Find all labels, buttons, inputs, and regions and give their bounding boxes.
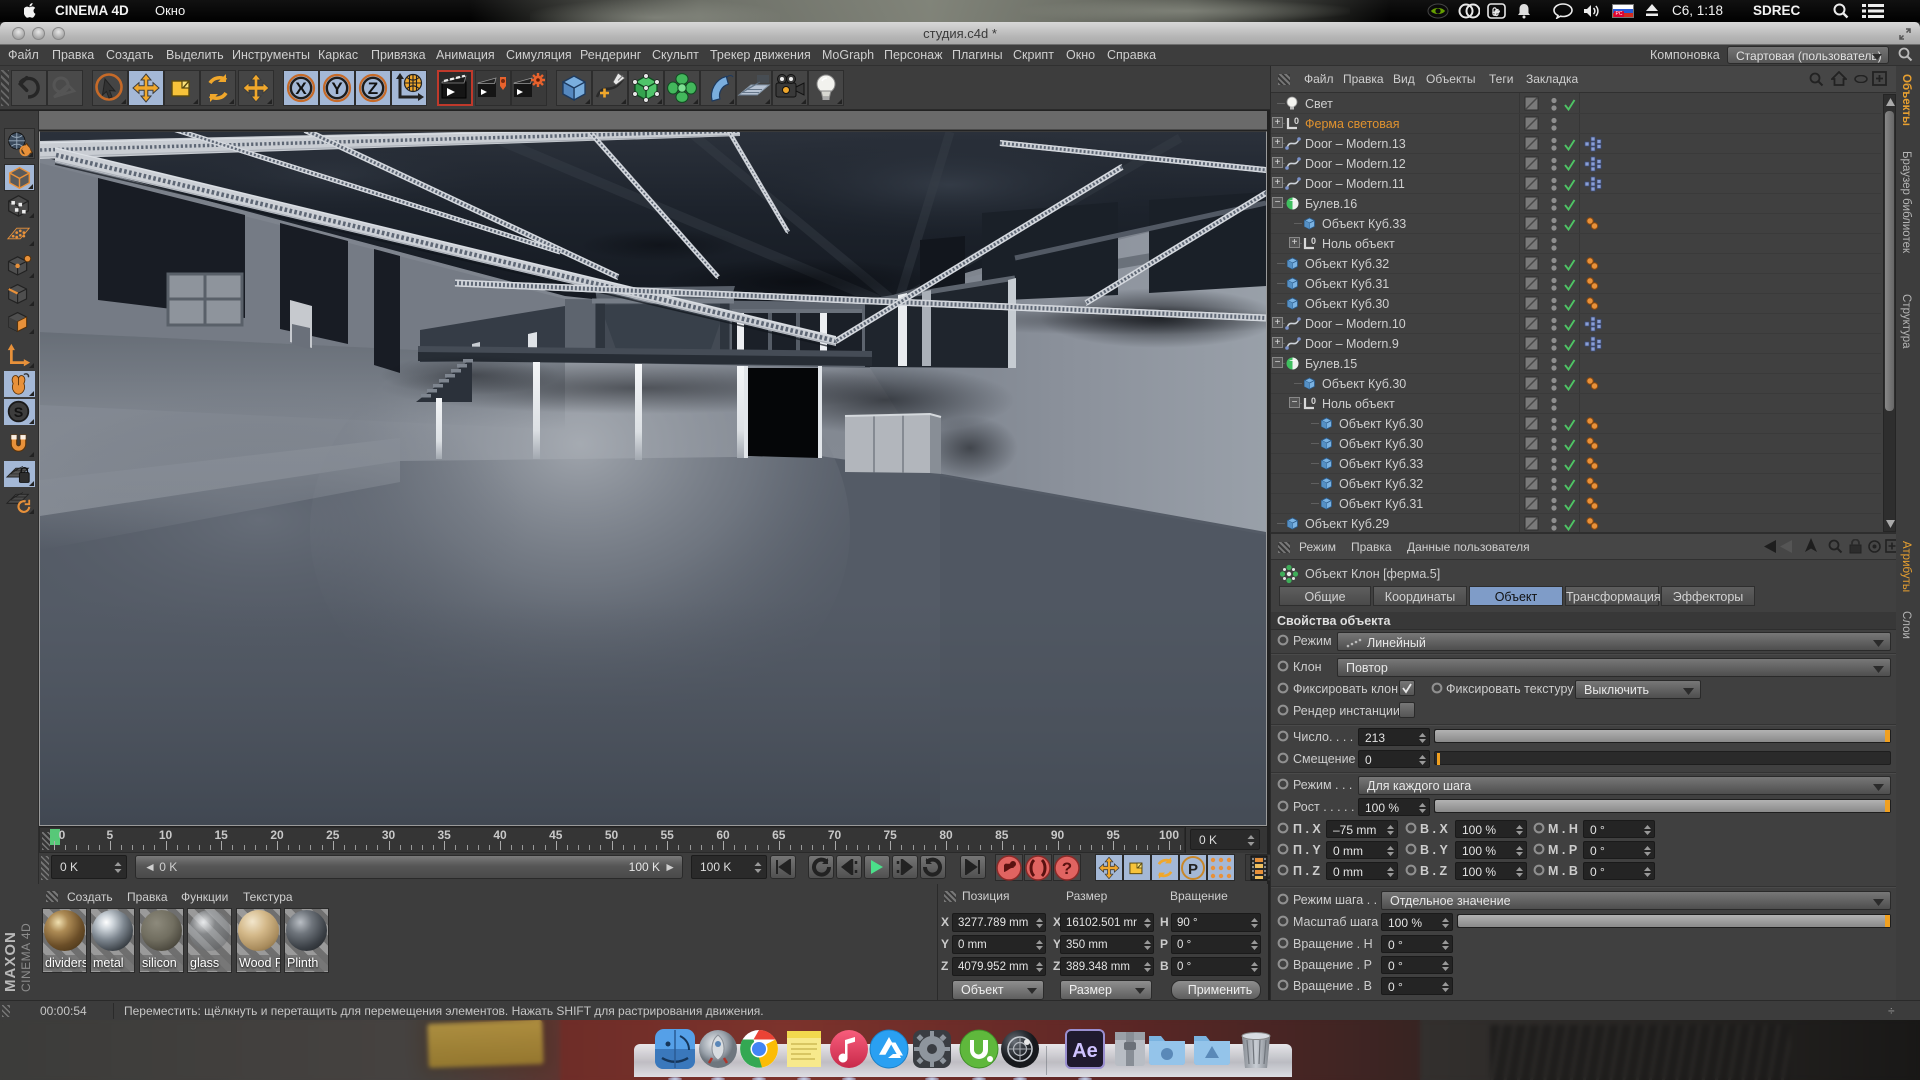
svg-text:0: 0 [1311, 396, 1316, 406]
svg-text:0: 0 [1294, 116, 1299, 126]
svg-text:Z: Z [368, 79, 378, 98]
svg-text:S: S [14, 405, 24, 421]
svg-text:Ae: Ae [1072, 1040, 1098, 1062]
svg-text:?: ? [1062, 859, 1072, 878]
svg-text:0: 0 [1311, 236, 1316, 246]
svg-text:X: X [295, 79, 307, 98]
svg-text:P: P [1188, 861, 1198, 878]
svg-text:Y: Y [331, 79, 343, 98]
